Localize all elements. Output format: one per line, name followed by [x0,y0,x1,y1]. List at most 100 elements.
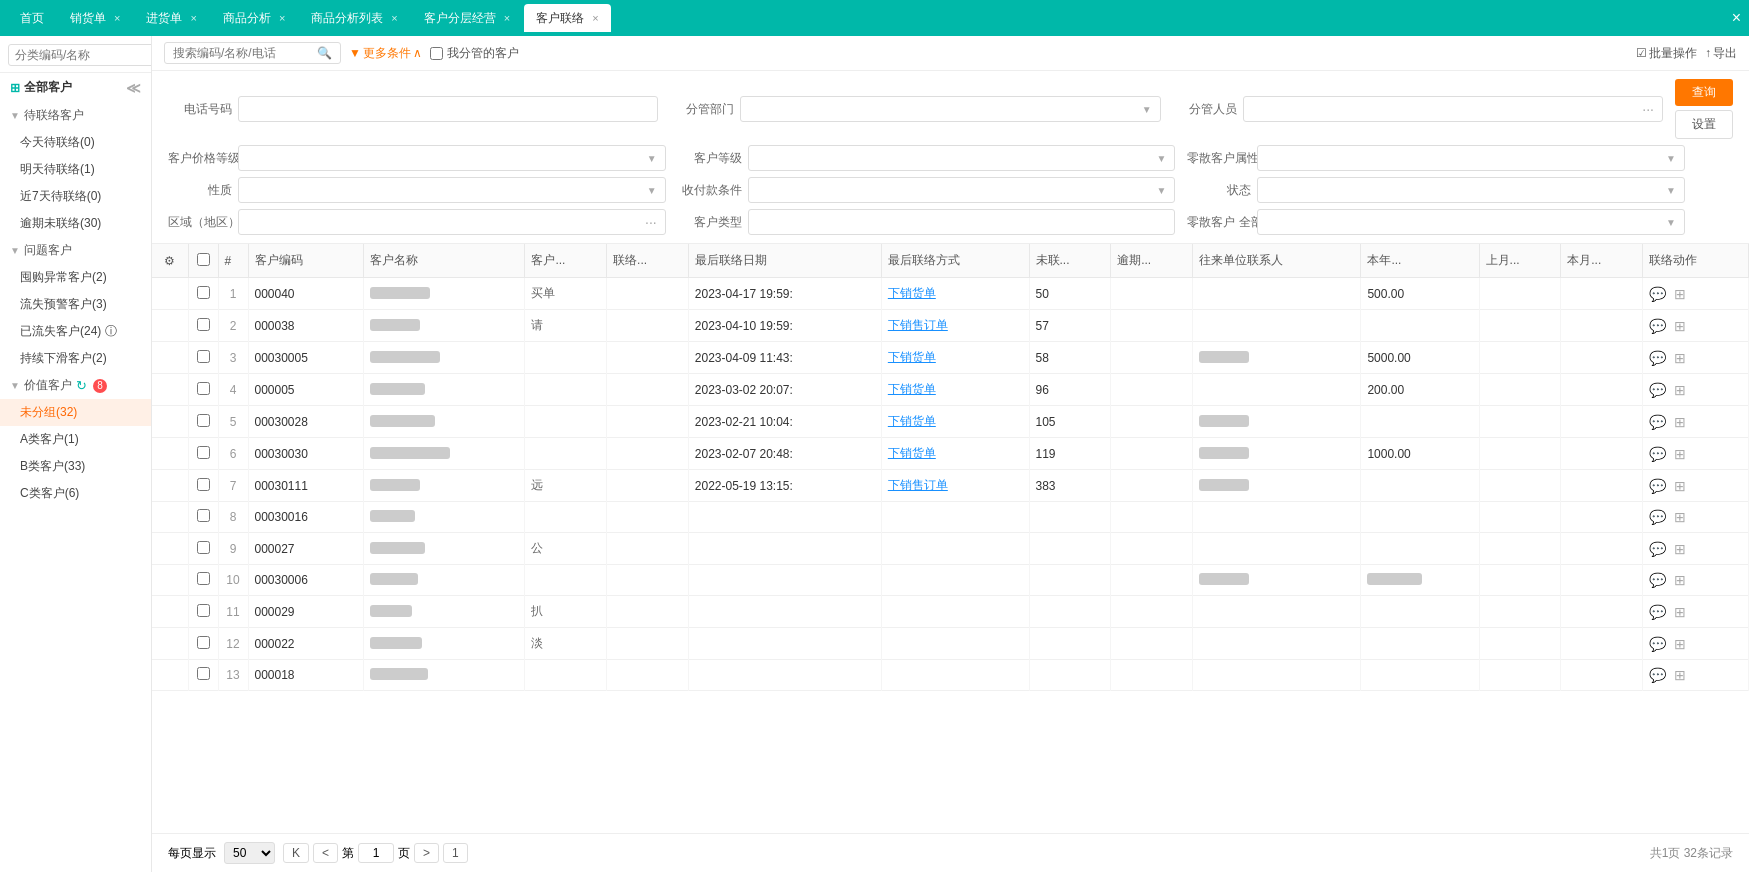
row-checkbox[interactable] [197,350,210,363]
sidebar-item-class-a[interactable]: A类客户(1) [0,426,151,453]
close-purchase-icon[interactable]: × [190,12,196,24]
qr-icon[interactable]: ⊞ [1674,572,1686,588]
sidebar-group-pending[interactable]: ▼ 待联络客户 [0,102,151,129]
filter-dept-select[interactable]: ▼ [740,96,1160,122]
message-icon[interactable]: 💬 [1649,414,1666,430]
tab-purchase[interactable]: 进货单 × [134,4,208,32]
contact-way-link[interactable]: 下销货单 [888,286,936,300]
message-icon[interactable]: 💬 [1649,667,1666,683]
close-product-analysis-list-icon[interactable]: × [391,12,397,24]
filter-customer-level-select[interactable]: ▼ [748,145,1176,171]
filter-sparse-customer-select[interactable]: ▼ [1257,209,1685,235]
th-check[interactable] [188,244,218,278]
query-button[interactable]: 查询 [1675,79,1733,106]
td-check[interactable] [188,278,218,310]
message-icon[interactable]: 💬 [1649,318,1666,334]
sidebar-item-declining[interactable]: 持续下滑客户(2) [0,345,151,372]
sidebar-item-overdue-pending[interactable]: 逾期未联络(30) [0,210,151,237]
sidebar-item-class-b[interactable]: B类客户(33) [0,453,151,480]
reset-button[interactable]: 设置 [1675,110,1733,139]
message-icon[interactable]: 💬 [1649,286,1666,302]
filter-price-level-select[interactable]: ▼ [238,145,666,171]
tab-product-analysis-list[interactable]: 商品分析列表 × [299,4,409,32]
batch-ops-button[interactable]: ☑ 批量操作 [1636,45,1697,62]
message-icon[interactable]: 💬 [1649,604,1666,620]
refresh-icon[interactable]: ↻ [76,378,87,393]
qr-icon[interactable]: ⊞ [1674,350,1686,366]
my-customers-checkbox[interactable] [430,47,443,60]
qr-icon[interactable]: ⊞ [1674,667,1686,683]
filter-search-icon[interactable]: 🔍 [317,46,332,60]
td-check[interactable] [188,565,218,596]
filter-nature-select[interactable]: ▼ [238,177,666,203]
sidebar-item-hoarding-abnormal[interactable]: 囤购异常客户(2) [0,264,151,291]
qr-icon[interactable]: ⊞ [1674,636,1686,652]
row-checkbox[interactable] [197,509,210,522]
filter-phone-input[interactable] [238,96,658,122]
qr-icon[interactable]: ⊞ [1674,318,1686,334]
sidebar-group-value[interactable]: ▼ 价值客户 ↻ 8 [0,372,151,399]
filter-more-btn[interactable]: ▼ 更多条件 ∧ [349,45,422,62]
contact-way-link[interactable]: 下销货单 [888,446,936,460]
close-product-analysis-icon[interactable]: × [279,12,285,24]
row-checkbox[interactable] [197,572,210,585]
td-check[interactable] [188,374,218,406]
td-check[interactable] [188,470,218,502]
close-customer-contact-icon[interactable]: × [592,12,598,24]
sidebar-item-tomorrow-pending[interactable]: 明天待联络(1) [0,156,151,183]
collapse-icon[interactable]: ≪ [126,80,141,96]
sidebar-item-today-pending[interactable]: 今天待联络(0) [0,129,151,156]
td-check[interactable] [188,596,218,628]
sidebar-item-7days-pending[interactable]: 近7天待联络(0) [0,183,151,210]
message-icon[interactable]: 💬 [1649,572,1666,588]
message-icon[interactable]: 💬 [1649,636,1666,652]
last-page-btn[interactable]: 1 [443,843,468,863]
th-gear[interactable]: ⚙ [152,244,188,278]
filter-person-select[interactable]: ··· [1243,96,1663,122]
qr-icon[interactable]: ⊞ [1674,478,1686,494]
close-sales-icon[interactable]: × [114,12,120,24]
sidebar-search-input[interactable] [8,44,152,66]
message-icon[interactable]: 💬 [1649,446,1666,462]
td-check[interactable] [188,406,218,438]
qr-icon[interactable]: ⊞ [1674,604,1686,620]
row-checkbox[interactable] [197,414,210,427]
td-check[interactable] [188,342,218,374]
tab-customer-segment[interactable]: 客户分层经营 × [412,4,522,32]
filter-region-select[interactable]: ··· [238,209,666,235]
contact-way-link[interactable]: 下销售订单 [888,318,948,332]
contact-way-link[interactable]: 下销货单 [888,382,936,396]
page-size-select[interactable]: 50 100 [224,842,275,864]
row-checkbox[interactable] [197,667,210,680]
qr-icon[interactable]: ⊞ [1674,414,1686,430]
td-check[interactable] [188,502,218,533]
filter-status-select[interactable]: ▼ [1257,177,1685,203]
td-check[interactable] [188,533,218,565]
contact-way-link[interactable]: 下销货单 [888,414,936,428]
td-check[interactable] [188,660,218,691]
row-checkbox[interactable] [197,446,210,459]
prev-page-btn[interactable]: < [313,843,338,863]
filter-payment-select[interactable]: ▼ [748,177,1176,203]
my-customers-filter[interactable]: 我分管的客户 [430,45,519,62]
filter-customer-type-select[interactable] [748,209,1176,235]
td-check[interactable] [188,310,218,342]
qr-icon[interactable]: ⊞ [1674,286,1686,302]
select-all-checkbox[interactable] [197,253,210,266]
message-icon[interactable]: 💬 [1649,509,1666,525]
row-checkbox[interactable] [197,318,210,331]
sidebar-item-class-c[interactable]: C类客户(6) [0,480,151,507]
qr-icon[interactable]: ⊞ [1674,382,1686,398]
message-icon[interactable]: 💬 [1649,541,1666,557]
window-close-icon[interactable]: × [1732,9,1741,27]
sidebar-item-churn-warning[interactable]: 流失预警客户(3) [0,291,151,318]
row-checkbox[interactable] [197,604,210,617]
sidebar-item-unclassified[interactable]: 未分组(32) [0,399,151,426]
sidebar-group-problem[interactable]: ▼ 问题客户 [0,237,151,264]
filter-search-input[interactable] [173,46,313,60]
qr-icon[interactable]: ⊞ [1674,446,1686,462]
sidebar-item-churned[interactable]: 已流失客户(24) ⓘ [0,318,151,345]
close-customer-segment-icon[interactable]: × [504,12,510,24]
qr-icon[interactable]: ⊞ [1674,509,1686,525]
sidebar-all-customers[interactable]: ⊞ 全部客户 ≪ [0,73,151,102]
